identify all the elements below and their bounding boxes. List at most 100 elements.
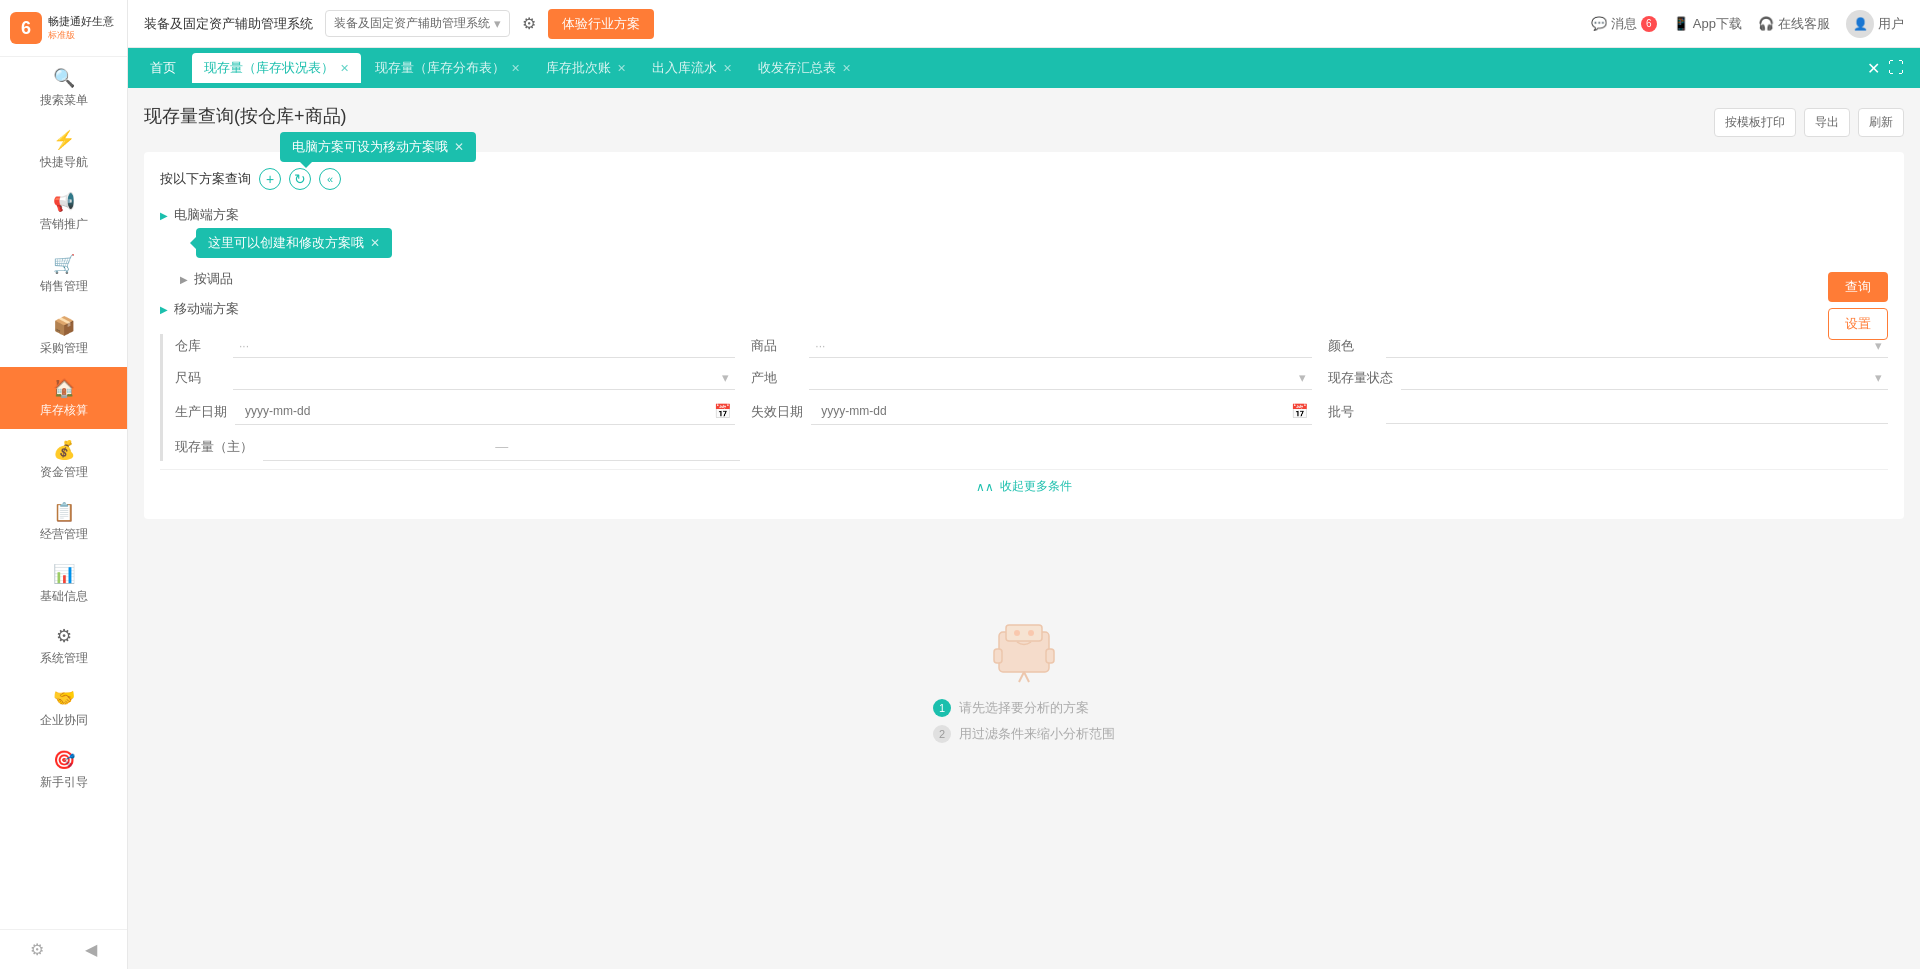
sidebar-item-搜索菜单[interactable]: 🔍搜索菜单	[0, 57, 127, 119]
produce-date-filter: 生产日期 📅	[175, 398, 735, 425]
nav-icon-7: 📋	[53, 501, 75, 523]
sidebar-item-销售管理[interactable]: 🛒销售管理	[0, 243, 127, 305]
produce-date-input[interactable]	[239, 400, 710, 422]
query-btn[interactable]: 查询	[1828, 272, 1888, 302]
plan-subitem[interactable]: ▶ 按调品	[180, 266, 1888, 292]
sidebar-item-资金管理[interactable]: 💰 资金管理	[0, 429, 127, 491]
sidebar-item-库存核算[interactable]: 🏠库存核算	[0, 367, 127, 429]
nav-label-1: 快捷导航	[40, 154, 88, 171]
tab-0[interactable]: 现存量（库存状况表） ✕	[192, 53, 361, 83]
warehouse-input[interactable]: ···	[233, 335, 735, 358]
add-plan-btn[interactable]: +	[259, 168, 281, 190]
sidebar-item-经营管理[interactable]: 📋经营管理	[0, 491, 127, 553]
plan-desktop-node[interactable]: ▶ 电脑端方案	[160, 202, 1888, 228]
svg-point-3	[1028, 630, 1034, 636]
sidebar-item-快捷导航[interactable]: ⚡快捷导航	[0, 119, 127, 181]
fullscreen-icon[interactable]: ⛶	[1888, 59, 1904, 78]
tab-close-1[interactable]: ✕	[511, 62, 520, 75]
gear-icon[interactable]: ⚙	[522, 14, 536, 33]
settings-btn[interactable]: 设置	[1828, 308, 1888, 340]
tooltip-scheme-create: 这里可以创建和修改方案哦 ✕	[196, 228, 392, 258]
close-all-icon[interactable]: ✕	[1867, 59, 1880, 78]
nav-label-6: 资金管理	[40, 464, 88, 481]
size-input[interactable]: ▾	[233, 366, 735, 390]
headset-icon: 🎧	[1758, 16, 1774, 31]
stock-main-label: 现存量（主）	[175, 438, 255, 456]
user-label: 用户	[1878, 15, 1904, 33]
stock-main-input-to[interactable]	[512, 435, 736, 458]
nav-icon-0: 🔍	[53, 67, 75, 89]
online-support-btn[interactable]: 🎧 在线客服	[1758, 15, 1830, 33]
sidebar-item-营销推广[interactable]: 📢营销推广	[0, 181, 127, 243]
stock-main-input-from[interactable]	[267, 435, 491, 458]
expire-date-calendar-icon[interactable]: 📅	[1291, 403, 1308, 419]
chevron-down-icon: ▾	[494, 16, 501, 31]
tab-close-2[interactable]: ✕	[617, 62, 626, 75]
produce-date-calendar-icon[interactable]: 📅	[714, 403, 731, 419]
batch-filter: 批号	[1328, 398, 1888, 425]
refresh-btn[interactable]: 刷新	[1858, 108, 1904, 137]
tab-close-0[interactable]: ✕	[340, 62, 349, 75]
tooltip2-close[interactable]: ✕	[370, 236, 380, 250]
tab-home[interactable]: 首页	[136, 53, 190, 83]
sidebar-item-基础信息[interactable]: 📊基础信息	[0, 553, 127, 615]
origin-input[interactable]: ▾	[809, 366, 1311, 390]
user-profile-btn[interactable]: 👤 用户	[1846, 10, 1904, 38]
plan-mobile-node[interactable]: ▶ 移动端方案	[160, 296, 1888, 322]
tab-3[interactable]: 出入库流水 ✕	[640, 53, 744, 83]
settings-footer-icon[interactable]: ⚙	[30, 940, 44, 959]
batch-input[interactable]	[1386, 400, 1888, 424]
search-panel: 按以下方案查询 + ↻ « 电脑方案可设为移动方案哦 ✕ ▶ 电脑端方案	[144, 152, 1904, 519]
collapse-btn[interactable]: ∧∧ 收起更多条件	[160, 469, 1888, 503]
system-title: 装备及固定资产辅助管理系统	[144, 15, 313, 33]
expire-date-filter: 失效日期 📅	[751, 398, 1311, 425]
tab-label-0: 现存量（库存状况表）	[204, 59, 334, 77]
query-btns: 查询 设置	[1828, 272, 1888, 340]
refresh-plan-btn[interactable]: ↻	[289, 168, 311, 190]
prev-plan-btn[interactable]: «	[319, 168, 341, 190]
tab-close-4[interactable]: ✕	[842, 62, 851, 75]
tab-close-3[interactable]: ✕	[723, 62, 732, 75]
tab-label-3: 出入库流水	[652, 59, 717, 77]
stock-status-input[interactable]: ▾	[1401, 366, 1888, 390]
expire-date-input[interactable]	[815, 400, 1286, 422]
tooltip2-text: 这里可以创建和修改方案哦	[208, 234, 364, 252]
stock-status-label: 现存量状态	[1328, 369, 1393, 387]
tab-2[interactable]: 库存批次账✕	[534, 53, 638, 83]
sidebar-item-新手引导[interactable]: 🎯 新手引导	[0, 739, 127, 801]
expand-icon: ▶	[160, 210, 168, 221]
origin-label: 产地	[751, 369, 801, 387]
color-label: 颜色	[1328, 337, 1378, 355]
industry-btn[interactable]: 体验行业方案	[548, 9, 654, 39]
message-badge: 6	[1641, 16, 1657, 32]
sidebar-item-系统管理[interactable]: ⚙系统管理	[0, 615, 127, 677]
nav-label-3: 销售管理	[40, 278, 88, 295]
nav-icon-6: 💰	[53, 439, 75, 461]
nav-icon-11: 🎯	[53, 749, 75, 771]
nav-label-11: 新手引导	[40, 774, 88, 791]
sidebar-item-企业协同[interactable]: 🤝企业协同	[0, 677, 127, 739]
message-icon: 💬	[1591, 16, 1607, 31]
export-btn[interactable]: 导出	[1804, 108, 1850, 137]
collapse-sidebar-icon[interactable]: ◀	[85, 940, 97, 959]
svg-line-6	[1019, 672, 1024, 682]
goods-input[interactable]: ···	[809, 335, 1311, 358]
system-selector[interactable]: 装备及固定资产辅助管理系统 ▾	[325, 10, 510, 37]
tab-4[interactable]: 收发存汇总表✕	[746, 53, 863, 83]
print-btn[interactable]: 按模板打印	[1714, 108, 1796, 137]
color-input[interactable]: ▾	[1386, 334, 1888, 358]
nav-icon-8: 📊	[53, 563, 75, 585]
nav-icon-4: 📦	[53, 315, 75, 337]
sidebar-item-采购管理[interactable]: 📦采购管理	[0, 305, 127, 367]
message-btn[interactable]: 💬 消息 6	[1591, 15, 1657, 33]
batch-label: 批号	[1328, 403, 1378, 421]
tabs-bar: 首页 现存量（库存状况表）✕现存量（库存分布表）✕库存批次账✕出入库流水✕收发存…	[128, 48, 1920, 88]
svg-point-2	[1014, 630, 1020, 636]
tooltip1-close[interactable]: ✕	[454, 140, 464, 154]
app-download-btn[interactable]: 📱 App下载	[1673, 15, 1742, 33]
tab-1[interactable]: 现存量（库存分布表）✕	[363, 53, 532, 83]
stock-range-dash: —	[495, 439, 508, 454]
plan-mobile-label: 移动端方案	[174, 300, 239, 318]
size-filter: 尺码 ▾	[175, 366, 735, 390]
main-area: 装备及固定资产辅助管理系统 装备及固定资产辅助管理系统 ▾ ⚙ 体验行业方案 💬…	[128, 0, 1920, 969]
